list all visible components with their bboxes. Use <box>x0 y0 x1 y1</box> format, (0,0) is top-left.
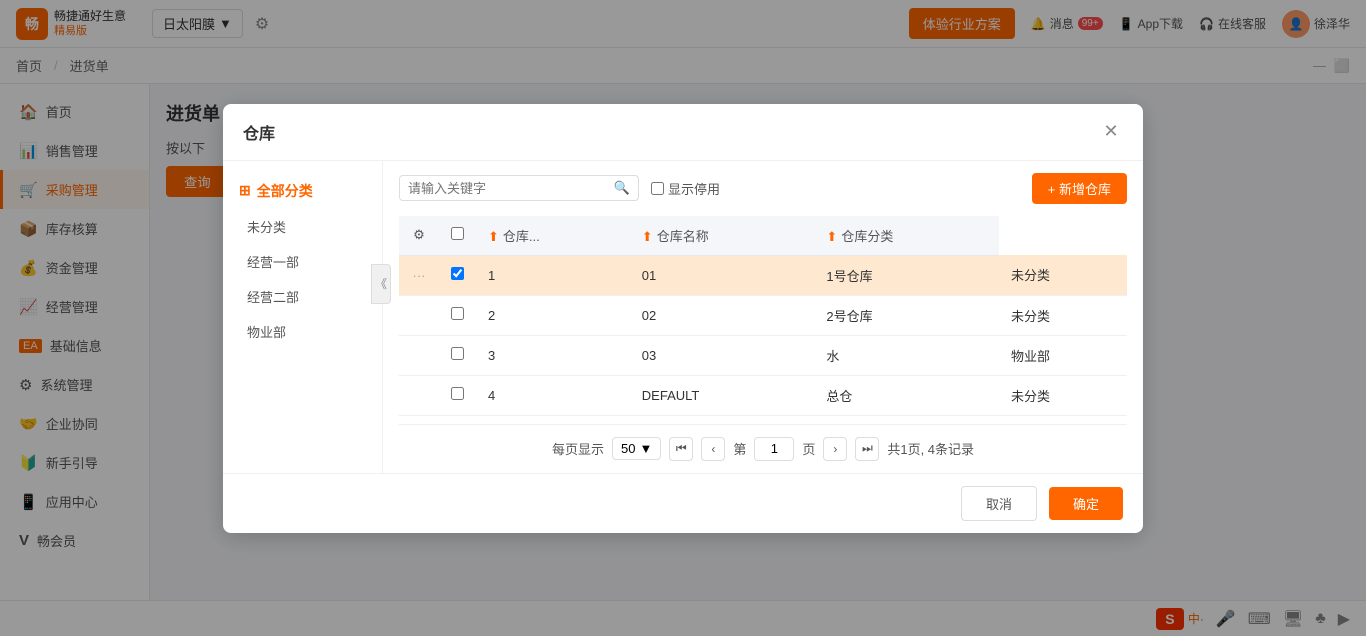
last-page-button[interactable]: ⏭ <box>855 437 879 461</box>
show-disabled-text: 显示停用 <box>668 179 720 198</box>
table-header-row: ⚙ ⬆仓库... ⬆仓库名称 <box>399 216 1127 256</box>
row-name: 水 <box>814 335 999 375</box>
row-checkbox-cell[interactable] <box>439 375 476 415</box>
row-actions[interactable]: ··· <box>399 255 439 295</box>
per-page-select[interactable]: 50 ▼ <box>612 437 661 460</box>
page-suffix: 页 <box>802 439 815 458</box>
row-actions[interactable] <box>399 295 439 335</box>
row-category: 未分类 <box>999 375 1127 415</box>
modal-sidebar: ⊞ 全部分类 未分类 经营一部 经营二部 物业部 《 <box>223 161 383 473</box>
modal-sidebar-all[interactable]: ⊞ 全部分类 <box>223 173 382 209</box>
row-checkbox-cell[interactable] <box>439 335 476 375</box>
show-disabled-label[interactable]: 显示停用 <box>651 179 720 198</box>
row-name: 2号仓库 <box>814 295 999 335</box>
modal-sidebar-uncategorized[interactable]: 未分类 <box>223 209 382 244</box>
warehouse-modal: 仓库 ✕ ⊞ 全部分类 未分类 经营一部 经营二部 物业部 《 <box>223 104 1143 533</box>
row-actions[interactable] <box>399 335 439 375</box>
table-row: 4 DEFAULT 总仓 未分类 <box>399 375 1127 415</box>
confirm-button[interactable]: 确定 <box>1049 487 1123 520</box>
show-disabled-checkbox[interactable] <box>651 182 664 195</box>
row-num: 1 <box>476 255 630 295</box>
row-checkbox[interactable] <box>451 267 464 280</box>
row-actions[interactable] <box>399 375 439 415</box>
modal-footer: 取消 确定 <box>223 473 1143 533</box>
row-checkbox[interactable] <box>451 307 464 320</box>
th-check <box>439 216 476 256</box>
search-icon[interactable]: 🔍 <box>614 180 630 196</box>
row-category: 物业部 <box>999 335 1127 375</box>
modal-header: 仓库 ✕ <box>223 104 1143 161</box>
modal-sidebar-all-label: 全部分类 <box>257 181 313 201</box>
per-page-label: 每页显示 <box>552 439 604 458</box>
modal-toolbar: 🔍 显示停用 + 新增仓库 <box>399 173 1127 204</box>
modal-close-button[interactable]: ✕ <box>1099 120 1123 144</box>
collapse-icon: 《 <box>375 275 387 292</box>
row-category: 未分类 <box>999 295 1127 335</box>
sort-icon-category: ⬆ <box>826 229 837 244</box>
row-category: 未分类 <box>999 255 1127 295</box>
row-name: 1号仓库 <box>814 255 999 295</box>
th-code: ⬆仓库... <box>476 216 630 256</box>
row-num: 4 <box>476 375 630 415</box>
row-num: 3 <box>476 335 630 375</box>
prev-page-button[interactable]: ‹ <box>701 437 725 461</box>
modal-title: 仓库 <box>243 120 275 144</box>
collapse-sidebar-button[interactable]: 《 <box>371 264 391 304</box>
search-input[interactable] <box>408 181 614 196</box>
pagination: 每页显示 50 ▼ ⏮ ‹ 第 页 › ⏭ 共1页, 4条记录 <box>399 424 1127 461</box>
next-page-button[interactable]: › <box>823 437 847 461</box>
row-code: 03 <box>630 335 815 375</box>
th-category: ⬆仓库分类 <box>814 216 999 256</box>
select-all-checkbox[interactable] <box>451 227 464 240</box>
row-code: DEFAULT <box>630 375 815 415</box>
row-name: 总仓 <box>814 375 999 415</box>
row-checkbox-cell[interactable] <box>439 295 476 335</box>
th-name: ⬆仓库名称 <box>630 216 815 256</box>
row-num: 2 <box>476 295 630 335</box>
modal-body: ⊞ 全部分类 未分类 经营一部 经营二部 物业部 《 🔍 <box>223 161 1143 473</box>
sort-icon-code: ⬆ <box>488 229 499 244</box>
table-row: 2 02 2号仓库 未分类 <box>399 295 1127 335</box>
row-checkbox-cell[interactable] <box>439 255 476 295</box>
modal-overlay: 仓库 ✕ ⊞ 全部分类 未分类 经营一部 经营二部 物业部 《 <box>0 0 1366 636</box>
page-number-input[interactable] <box>754 437 794 461</box>
row-checkbox[interactable] <box>451 387 464 400</box>
row-code: 02 <box>630 295 815 335</box>
th-gear: ⚙ <box>399 216 439 256</box>
sort-icon-name: ⬆ <box>642 229 653 244</box>
modal-sidebar-dept1[interactable]: 经营一部 <box>223 244 382 279</box>
modal-content-area: 🔍 显示停用 + 新增仓库 ⚙ <box>383 161 1143 473</box>
warehouse-table: ⚙ ⬆仓库... ⬆仓库名称 <box>399 216 1127 416</box>
page-prefix: 第 <box>733 439 746 458</box>
per-page-dropdown-icon: ▼ <box>639 441 652 456</box>
table-row: ··· 1 01 1号仓库 未分类 <box>399 255 1127 295</box>
cancel-button[interactable]: 取消 <box>961 486 1037 521</box>
grid-icon: ⊞ <box>239 182 251 199</box>
first-page-button[interactable]: ⏮ <box>669 437 693 461</box>
row-code: 01 <box>630 255 815 295</box>
add-warehouse-button[interactable]: + 新增仓库 <box>1032 173 1127 204</box>
modal-sidebar-property[interactable]: 物业部 <box>223 314 382 349</box>
modal-sidebar-dept2[interactable]: 经营二部 <box>223 279 382 314</box>
search-input-wrap[interactable]: 🔍 <box>399 175 639 201</box>
row-checkbox[interactable] <box>451 347 464 360</box>
table-row: 3 03 水 物业部 <box>399 335 1127 375</box>
total-info: 共1页, 4条记录 <box>887 439 974 458</box>
